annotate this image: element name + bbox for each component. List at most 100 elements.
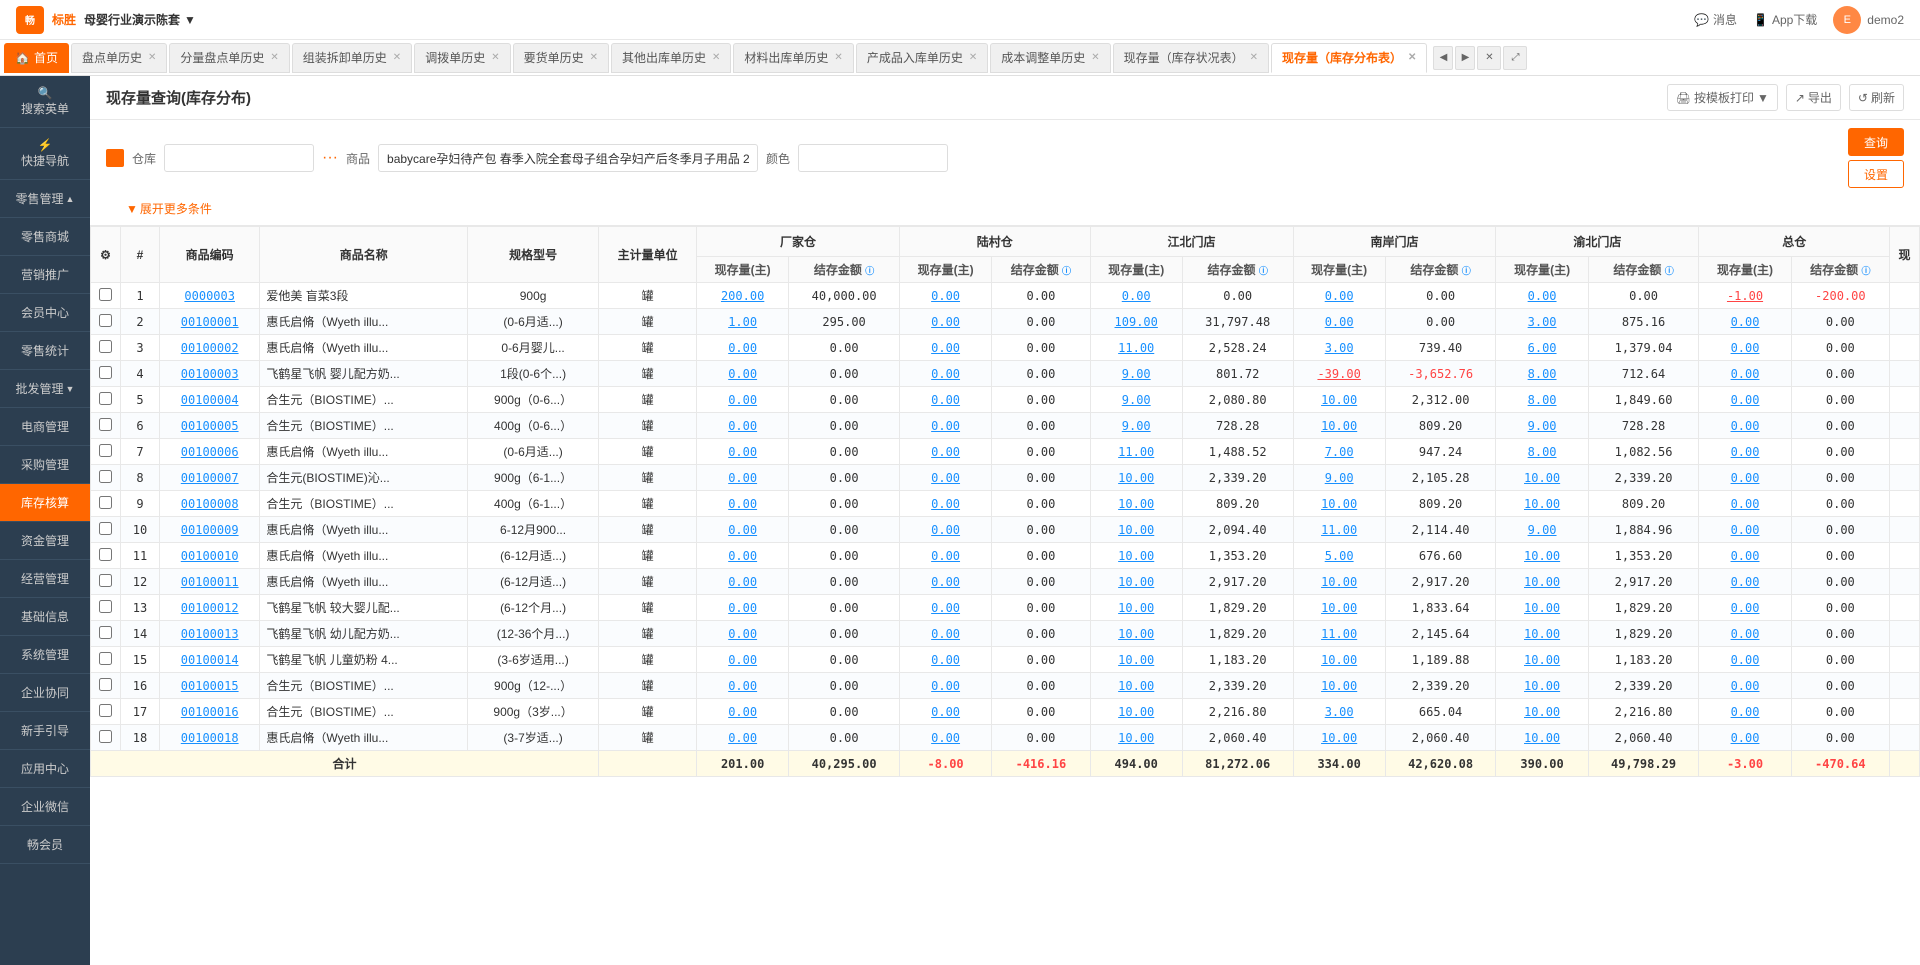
row-checkbox[interactable]	[91, 439, 121, 465]
row-total-qty[interactable]: 0.00	[1699, 673, 1791, 699]
row-yb-qty[interactable]: 9.00	[1496, 517, 1588, 543]
row-lc-qty[interactable]: 0.00	[899, 725, 991, 751]
row-code[interactable]: 00100011	[159, 569, 259, 595]
row-lc-qty[interactable]: 0.00	[899, 543, 991, 569]
warehouse-dots[interactable]: ···	[322, 149, 338, 167]
row-lc-qty[interactable]: 0.00	[899, 699, 991, 725]
row-na-qty[interactable]: 10.00	[1293, 569, 1385, 595]
row-code[interactable]: 00100012	[159, 595, 259, 621]
query-button[interactable]: 查询	[1848, 128, 1904, 156]
row-lc-qty[interactable]: 0.00	[899, 335, 991, 361]
row-jb-qty[interactable]: 109.00	[1090, 309, 1182, 335]
row-yb-qty[interactable]: 10.00	[1496, 465, 1588, 491]
row-checkbox[interactable]	[91, 569, 121, 595]
row-cf-qty[interactable]: 0.00	[697, 335, 789, 361]
nav-close-all[interactable]: ✕	[1477, 46, 1501, 70]
checkbox[interactable]	[99, 418, 112, 431]
row-lc-qty[interactable]: 0.00	[899, 283, 991, 309]
warehouse-input[interactable]	[164, 144, 314, 172]
row-lc-qty[interactable]: 0.00	[899, 387, 991, 413]
row-yb-qty[interactable]: 8.00	[1496, 387, 1588, 413]
row-jb-qty[interactable]: 11.00	[1090, 335, 1182, 361]
row-checkbox[interactable]	[91, 621, 121, 647]
row-total-qty[interactable]: 0.00	[1699, 517, 1791, 543]
checkbox[interactable]	[99, 730, 112, 743]
row-checkbox[interactable]	[91, 465, 121, 491]
company-dropdown[interactable]: 母婴行业演示陈套 ▼	[84, 11, 196, 28]
sidebar-item-inventory[interactable]: 库存核算	[0, 484, 90, 522]
sidebar-item-retail-mgmt[interactable]: 零售管理 ▲	[0, 180, 90, 218]
checkbox[interactable]	[99, 548, 112, 561]
sidebar-item-ecommerce[interactable]: 电商管理	[0, 408, 90, 446]
row-jb-qty[interactable]: 9.00	[1090, 387, 1182, 413]
sidebar-item-basic-info[interactable]: 基础信息	[0, 598, 90, 636]
row-lc-qty[interactable]: 0.00	[899, 439, 991, 465]
close-tab-diaob[interactable]: ✕	[491, 52, 499, 63]
row-cf-qty[interactable]: 0.00	[697, 465, 789, 491]
checkbox[interactable]	[99, 626, 112, 639]
row-yb-qty[interactable]: 10.00	[1496, 491, 1588, 517]
row-cf-qty[interactable]: 0.00	[697, 673, 789, 699]
close-tab-xiancun-dist[interactable]: ✕	[1408, 52, 1416, 63]
sidebar-item-operations[interactable]: 经营管理	[0, 560, 90, 598]
row-yb-qty[interactable]: 8.00	[1496, 361, 1588, 387]
row-code[interactable]: 00100003	[159, 361, 259, 387]
row-jb-qty[interactable]: 9.00	[1090, 413, 1182, 439]
row-jb-qty[interactable]: 10.00	[1090, 491, 1182, 517]
tab-qita[interactable]: 其他出库单历史 ✕	[611, 43, 731, 73]
row-code[interactable]: 00100018	[159, 725, 259, 751]
tab-yaohuo[interactable]: 要货单历史 ✕	[513, 43, 609, 73]
row-checkbox[interactable]	[91, 517, 121, 543]
row-yb-qty[interactable]: 10.00	[1496, 621, 1588, 647]
row-yb-qty[interactable]: 6.00	[1496, 335, 1588, 361]
sidebar-item-search[interactable]: 🔍 搜索英单	[0, 76, 90, 128]
row-yb-qty[interactable]: 10.00	[1496, 595, 1588, 621]
checkbox[interactable]	[99, 574, 112, 587]
row-na-qty[interactable]: 10.00	[1293, 595, 1385, 621]
row-checkbox[interactable]	[91, 647, 121, 673]
sidebar-item-retail-mall[interactable]: 零售商城	[0, 218, 90, 256]
checkbox[interactable]	[99, 496, 112, 509]
checkbox[interactable]	[99, 444, 112, 457]
row-lc-qty[interactable]: 0.00	[899, 491, 991, 517]
checkbox[interactable]	[99, 392, 112, 405]
row-yb-qty[interactable]: 10.00	[1496, 699, 1588, 725]
checkbox[interactable]	[99, 366, 112, 379]
row-na-qty[interactable]: 11.00	[1293, 621, 1385, 647]
row-jb-qty[interactable]: 10.00	[1090, 699, 1182, 725]
row-jb-qty[interactable]: 0.00	[1090, 283, 1182, 309]
close-tab-yaohuo[interactable]: ✕	[590, 52, 598, 63]
row-jb-qty[interactable]: 10.00	[1090, 647, 1182, 673]
row-total-qty[interactable]: 0.00	[1699, 335, 1791, 361]
row-total-qty[interactable]: 0.00	[1699, 387, 1791, 413]
row-code[interactable]: 00100015	[159, 673, 259, 699]
print-btn[interactable]: 🖨 按模板打印 ▼	[1667, 84, 1778, 111]
row-jb-qty[interactable]: 10.00	[1090, 465, 1182, 491]
row-jb-qty[interactable]: 10.00	[1090, 621, 1182, 647]
row-code[interactable]: 00100013	[159, 621, 259, 647]
row-total-qty[interactable]: 0.00	[1699, 621, 1791, 647]
tab-zuzhang[interactable]: 组装拆卸单历史 ✕	[292, 43, 412, 73]
sidebar-item-nav[interactable]: ⚡ 快捷导航	[0, 128, 90, 180]
row-na-qty[interactable]: 10.00	[1293, 725, 1385, 751]
row-jb-qty[interactable]: 10.00	[1090, 725, 1182, 751]
row-cf-qty[interactable]: 0.00	[697, 543, 789, 569]
row-checkbox[interactable]	[91, 595, 121, 621]
row-jb-qty[interactable]: 10.00	[1090, 569, 1182, 595]
checkbox[interactable]	[99, 678, 112, 691]
color-input[interactable]	[798, 144, 948, 172]
row-total-qty[interactable]: -1.00	[1699, 283, 1791, 309]
tab-pandian[interactable]: 盘点单历史 ✕	[71, 43, 167, 73]
tab-chengben[interactable]: 成本调整单历史 ✕	[990, 43, 1110, 73]
row-total-qty[interactable]: 0.00	[1699, 491, 1791, 517]
sidebar-item-finance[interactable]: 资金管理	[0, 522, 90, 560]
row-code[interactable]: 00100014	[159, 647, 259, 673]
tab-chengpin[interactable]: 产成品入库单历史 ✕	[856, 43, 988, 73]
row-yb-qty[interactable]: 10.00	[1496, 647, 1588, 673]
row-cf-qty[interactable]: 0.00	[697, 439, 789, 465]
row-checkbox[interactable]	[91, 699, 121, 725]
close-tab-chengpin[interactable]: ✕	[969, 52, 977, 63]
row-yb-qty[interactable]: 3.00	[1496, 309, 1588, 335]
row-checkbox[interactable]	[91, 335, 121, 361]
row-total-qty[interactable]: 0.00	[1699, 465, 1791, 491]
